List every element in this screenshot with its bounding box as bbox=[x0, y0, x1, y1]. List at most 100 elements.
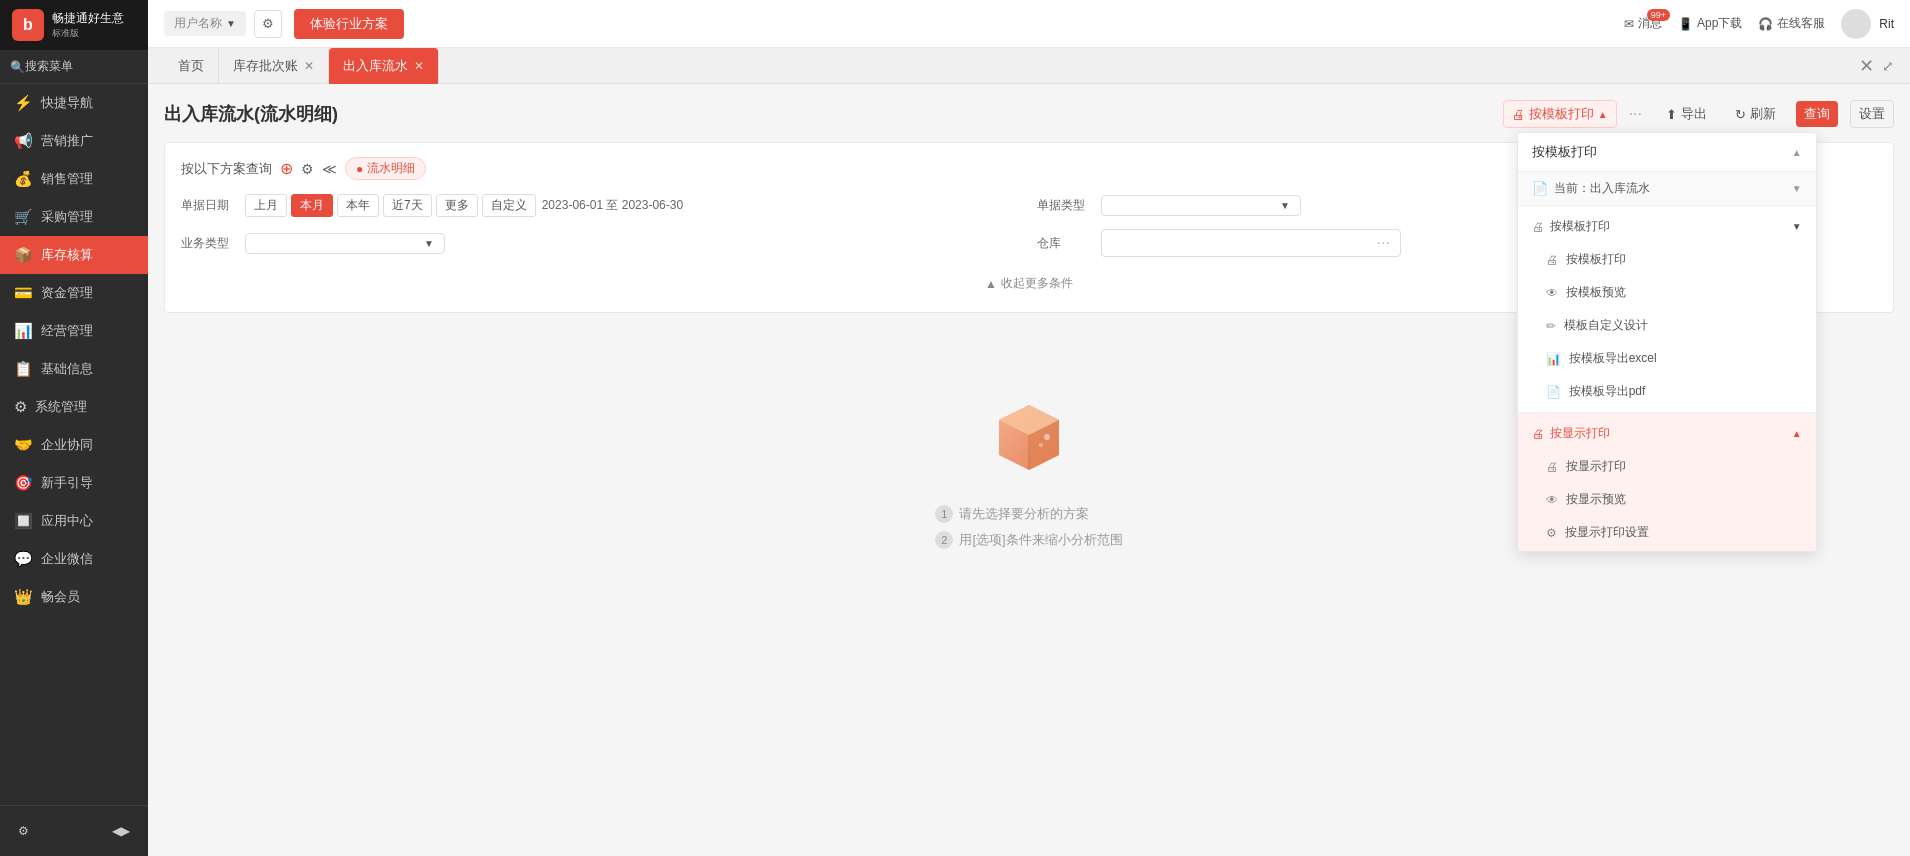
finance-icon: 💳 bbox=[14, 284, 33, 302]
warehouse-select[interactable]: ··· bbox=[1101, 229, 1401, 257]
template-preview-icon: 👁 bbox=[1546, 286, 1558, 300]
date-quick-buttons: 上月 本月 本年 近7天 更多 自定义 bbox=[245, 194, 536, 217]
print-chevron-up-icon: ▲ bbox=[1598, 109, 1608, 120]
topbar: 用户名称 ▼ ⚙ 体验行业方案 ✉ 消息 99+ 📱 App下载 🎧 在线客服 bbox=[148, 0, 1910, 48]
search-settings-button[interactable]: ⚙ bbox=[301, 161, 314, 177]
message-icon: ✉ bbox=[1624, 17, 1634, 31]
date-btn-last-month[interactable]: 上月 bbox=[245, 194, 287, 217]
sidebar-item-finance[interactable]: 💳 资金管理 bbox=[0, 274, 148, 312]
dropdown-item-display-preview[interactable]: 👁 按显示预览 bbox=[1518, 483, 1816, 516]
refresh-button[interactable]: ↻ 刷新 bbox=[1727, 101, 1784, 127]
industry-solution-button[interactable]: 体验行业方案 bbox=[294, 9, 404, 39]
sidebar-item-vip[interactable]: 👑 畅会员 bbox=[0, 578, 148, 616]
date-btn-custom[interactable]: 自定义 bbox=[482, 194, 536, 217]
sidebar-item-search[interactable]: 🔍 搜索菜单 bbox=[0, 50, 148, 84]
dots-menu[interactable]: ··· bbox=[1629, 105, 1642, 123]
page-content: 出入库流水(流水明细) 🖨 按模板打印 ▲ 按模板打印 ▲ bbox=[148, 84, 1910, 856]
sidebar-item-basic-info[interactable]: 📋 基础信息 bbox=[0, 350, 148, 388]
current-label-container: 📄 当前：出入库流水 bbox=[1532, 180, 1650, 197]
date-btn-more[interactable]: 更多 bbox=[436, 194, 478, 217]
sidebar-item-marketing[interactable]: 📢 营销推广 bbox=[0, 122, 148, 160]
print-dropdown-container: 🖨 按模板打印 ▲ 按模板打印 ▲ 📄 bbox=[1503, 100, 1617, 128]
tab-batch-close[interactable]: ✕ bbox=[304, 59, 314, 73]
type-select[interactable]: ▼ bbox=[1101, 195, 1301, 216]
user-selector[interactable]: 用户名称 ▼ bbox=[164, 11, 246, 36]
topbar-right: ✉ 消息 99+ 📱 App下载 🎧 在线客服 Rit bbox=[1624, 9, 1894, 39]
dropdown-item-template-print[interactable]: 🖨 按模板打印 bbox=[1518, 243, 1816, 276]
sidebar-item-inventory[interactable]: 📦 库存核算 bbox=[0, 236, 148, 274]
filter-tag-stream[interactable]: ● 流水明细 bbox=[345, 157, 426, 180]
sidebar-item-guide[interactable]: 🎯 新手引导 bbox=[0, 464, 148, 502]
dropdown-section-display-header[interactable]: 🖨 按显示打印 ▲ bbox=[1518, 417, 1816, 450]
topbar-left: 用户名称 ▼ ⚙ 体验行业方案 bbox=[164, 9, 1624, 39]
empty-tip-1: 1 请先选择要分析的方案 bbox=[935, 505, 1122, 523]
sidebar-item-app-center[interactable]: 🔲 应用中心 bbox=[0, 502, 148, 540]
basic-info-icon: 📋 bbox=[14, 360, 33, 378]
dropdown-item-display-settings[interactable]: ⚙ 按显示打印设置 bbox=[1518, 516, 1816, 549]
tabs-expand-button[interactable]: ⤢ bbox=[1882, 58, 1894, 74]
tabs-right-controls: ✕ ⤢ bbox=[1859, 55, 1894, 77]
date-btn-this-year[interactable]: 本年 bbox=[337, 194, 379, 217]
sidebar-item-quick-nav[interactable]: ⚡ 快捷导航 bbox=[0, 84, 148, 122]
date-control: 上月 本月 本年 近7天 更多 自定义 2023-06-01 至 2023-06… bbox=[245, 194, 1021, 217]
search-collapse-button[interactable]: ≪ bbox=[322, 161, 337, 177]
wechat-icon: 💬 bbox=[14, 550, 33, 568]
gear-settings-button[interactable]: ⚙ bbox=[254, 10, 282, 38]
business-type-field: 业务类型 ▼ bbox=[181, 233, 1021, 254]
date-btn-this-month[interactable]: 本月 bbox=[291, 194, 333, 217]
display-print-section-icon: 🖨 bbox=[1532, 427, 1544, 441]
business-type-control: ▼ bbox=[245, 233, 1021, 254]
export-icon: ⬆ bbox=[1666, 107, 1677, 122]
dropdown-item-template-export-excel[interactable]: 📊 按模板导出excel bbox=[1518, 342, 1816, 375]
sidebar-settings-button[interactable]: ⚙ bbox=[14, 818, 33, 844]
main-content: 用户名称 ▼ ⚙ 体验行业方案 ✉ 消息 99+ 📱 App下载 🎧 在线客服 bbox=[148, 0, 1910, 856]
display-settings-icon: ⚙ bbox=[1546, 526, 1557, 540]
tab-home[interactable]: 首页 bbox=[164, 48, 219, 84]
system-icon: ⚙ bbox=[14, 398, 27, 416]
sidebar-collapse-button[interactable]: ◀▶ bbox=[108, 818, 134, 844]
service-icon: 🎧 bbox=[1758, 17, 1773, 31]
page-title: 出入库流水(流水明细) bbox=[164, 102, 338, 126]
message-button[interactable]: ✉ 消息 99+ bbox=[1624, 15, 1662, 32]
search-add-button[interactable]: ⊕ bbox=[280, 159, 293, 178]
filter-tag-icon: ● bbox=[356, 162, 363, 176]
empty-tip-2: 2 用[选项]条件来缩小分析范围 bbox=[935, 531, 1122, 549]
warehouse-dots[interactable]: ··· bbox=[1377, 234, 1390, 252]
dropdown-section-display: 🖨 按显示打印 ▲ 🖨 按显示打印 👁 按显 bbox=[1518, 413, 1816, 552]
settings-gear-icon: ⚙ bbox=[18, 824, 29, 838]
dropdown-item-template-preview[interactable]: 👁 按模板预览 bbox=[1518, 276, 1816, 309]
dropdown-current[interactable]: 📄 当前：出入库流水 ▼ bbox=[1518, 172, 1816, 206]
user-dropdown-icon: ▼ bbox=[226, 18, 236, 29]
dropdown-item-display-export-excel[interactable]: 📊 按显示导出excel bbox=[1518, 549, 1816, 552]
tab-batch[interactable]: 库存批次账 ✕ bbox=[219, 48, 329, 84]
sidebar-item-purchase[interactable]: 🛒 采购管理 bbox=[0, 198, 148, 236]
export-button[interactable]: ⬆ 导出 bbox=[1658, 101, 1715, 127]
tabs-close-all-button[interactable]: ✕ bbox=[1859, 55, 1874, 77]
print-icon: 🖨 bbox=[1512, 107, 1525, 122]
print-template-button[interactable]: 🖨 按模板打印 ▲ bbox=[1503, 100, 1617, 128]
sidebar-item-cooperation[interactable]: 🤝 企业协同 bbox=[0, 426, 148, 464]
tab-flow-close[interactable]: ✕ bbox=[414, 59, 424, 73]
template-print-icon: 🖨 bbox=[1532, 220, 1544, 234]
query-button[interactable]: 查询 bbox=[1796, 101, 1838, 127]
sidebar-item-wechat[interactable]: 💬 企业微信 bbox=[0, 540, 148, 578]
guide-icon: 🎯 bbox=[14, 474, 33, 492]
sidebar-bottom: ⚙ ◀▶ bbox=[0, 805, 148, 856]
sidebar-item-system[interactable]: ⚙ 系统管理 bbox=[0, 388, 148, 426]
page-actions: 🖨 按模板打印 ▲ 按模板打印 ▲ 📄 bbox=[1503, 100, 1894, 128]
app-download-button[interactable]: 📱 App下载 bbox=[1678, 15, 1742, 32]
settings-button[interactable]: 设置 bbox=[1850, 100, 1894, 128]
sidebar-item-operations[interactable]: 📊 经营管理 bbox=[0, 312, 148, 350]
user-profile-button[interactable]: Rit bbox=[1841, 9, 1894, 39]
page-header: 出入库流水(流水明细) 🖨 按模板打印 ▲ 按模板打印 ▲ bbox=[164, 100, 1894, 128]
tab-flow[interactable]: 出入库流水 ✕ bbox=[329, 48, 439, 84]
dropdown-item-template-custom[interactable]: ✏ 模板自定义设计 bbox=[1518, 309, 1816, 342]
dropdown-item-template-export-pdf[interactable]: 📄 按模板导出pdf bbox=[1518, 375, 1816, 408]
date-btn-7days[interactable]: 近7天 bbox=[383, 194, 432, 217]
online-service-button[interactable]: 🎧 在线客服 bbox=[1758, 15, 1825, 32]
sidebar-item-sales[interactable]: 💰 销售管理 bbox=[0, 160, 148, 198]
display-preview-icon: 👁 bbox=[1546, 493, 1558, 507]
business-type-select[interactable]: ▼ bbox=[245, 233, 445, 254]
dropdown-item-display-print[interactable]: 🖨 按显示打印 bbox=[1518, 450, 1816, 483]
dropdown-section-template-header[interactable]: 🖨 按模板打印 ▼ bbox=[1518, 210, 1816, 243]
